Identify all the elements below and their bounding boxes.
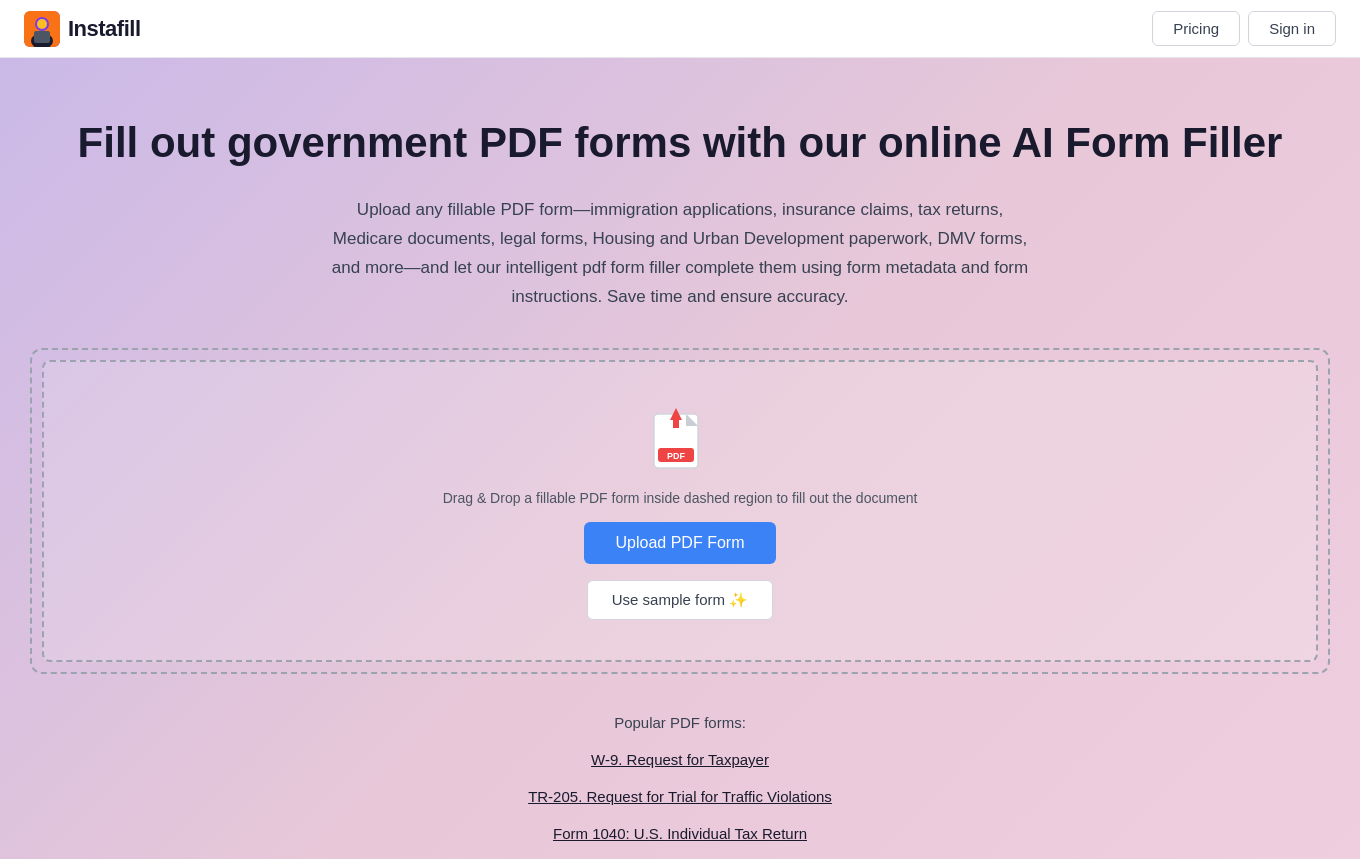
pdf-icon-svg: PDF	[650, 404, 710, 472]
popular-form-link-0[interactable]: W-9. Request for Taxpayer	[591, 751, 769, 768]
signin-button[interactable]: Sign in	[1248, 11, 1336, 46]
hero-title: Fill out government PDF forms with our o…	[78, 118, 1283, 168]
drag-drop-text: Drag & Drop a fillable PDF form inside d…	[443, 490, 918, 506]
logo: Instafill	[24, 11, 141, 47]
nav-buttons: Pricing Sign in	[1152, 11, 1336, 46]
sample-form-button[interactable]: Use sample form ✨	[587, 580, 774, 620]
main-content: Fill out government PDF forms with our o…	[0, 58, 1360, 859]
upload-drop-zone[interactable]: PDF Drag & Drop a fillable PDF form insi…	[42, 360, 1318, 662]
popular-form-link-2[interactable]: Form 1040: U.S. Individual Tax Return	[553, 825, 807, 842]
popular-forms-section: Popular PDF forms: W-9. Request for Taxp…	[40, 714, 1320, 859]
upload-button[interactable]: Upload PDF Form	[584, 522, 777, 564]
header: Instafill Pricing Sign in	[0, 0, 1360, 58]
logo-text: Instafill	[68, 16, 141, 42]
pricing-button[interactable]: Pricing	[1152, 11, 1240, 46]
svg-text:PDF: PDF	[667, 451, 686, 461]
svg-rect-4	[34, 31, 50, 43]
logo-avatar	[24, 11, 60, 47]
upload-outer-border: PDF Drag & Drop a fillable PDF form insi…	[30, 348, 1330, 674]
svg-point-3	[37, 19, 47, 29]
popular-form-link-1[interactable]: TR-205. Request for Trial for Traffic Vi…	[528, 788, 832, 805]
logo-image	[24, 11, 60, 47]
hero-description: Upload any fillable PDF form—immigration…	[320, 196, 1040, 312]
pdf-upload-icon: PDF	[648, 402, 712, 474]
popular-forms-label: Popular PDF forms:	[614, 714, 746, 731]
